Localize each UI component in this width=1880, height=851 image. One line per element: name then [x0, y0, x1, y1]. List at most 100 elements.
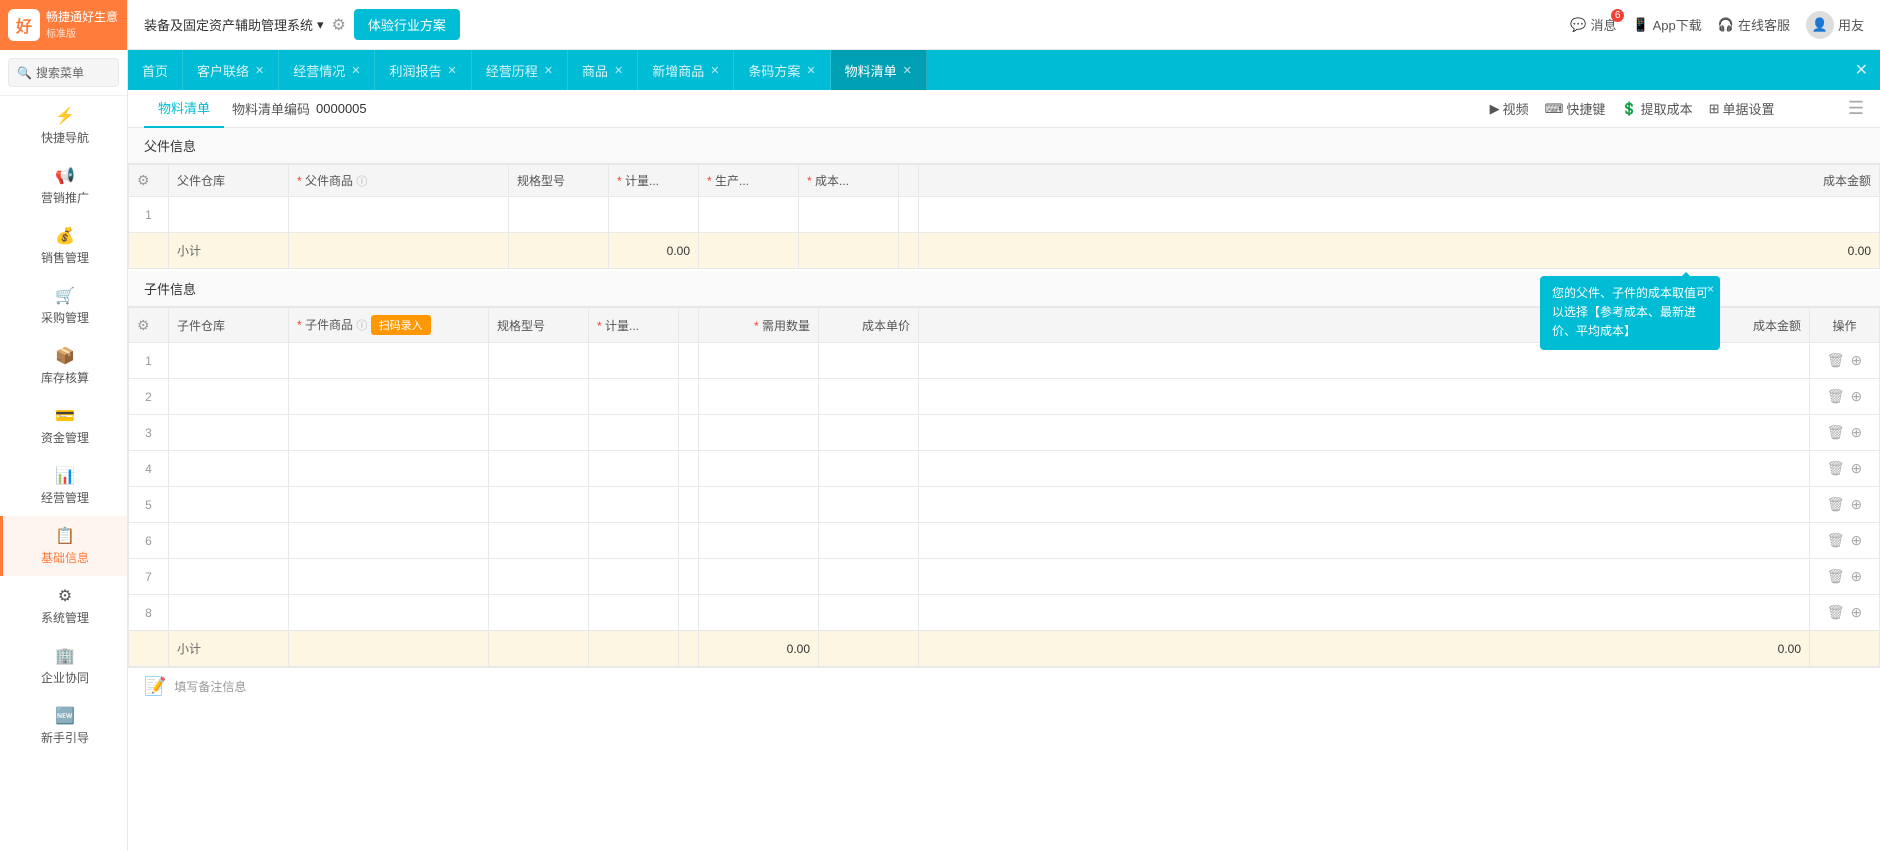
sidebar-item-marketing[interactable]: 📢 营销推广: [0, 156, 127, 216]
system-icon: ⚙: [58, 586, 72, 606]
tab-home[interactable]: 首页: [128, 50, 183, 90]
child-row-2-warehouse[interactable]: [169, 379, 289, 415]
delete-icon[interactable]: 🗑: [1827, 352, 1845, 369]
single-setting-btn[interactable]: ⊞ 单据设置: [1709, 99, 1775, 118]
child-row-3-goods[interactable]: [289, 415, 489, 451]
parent-row-produce[interactable]: [699, 197, 799, 233]
child-row-2-unit[interactable]: [589, 379, 679, 415]
copy-icon[interactable]: ⊕: [1851, 460, 1863, 477]
tab-profit[interactable]: 利润报告 ✕: [375, 50, 471, 90]
expand-icon[interactable]: ☰: [1848, 98, 1864, 119]
tab-history-close[interactable]: ✕: [544, 64, 553, 77]
child-row-2-unit-cost[interactable]: [819, 379, 919, 415]
search-menu-button[interactable]: 🔍 搜索菜单: [8, 58, 119, 87]
parent-row-warehouse[interactable]: [169, 197, 289, 233]
tooltip-close-btn[interactable]: ×: [1707, 280, 1714, 299]
child-row-1-spacer: [679, 343, 699, 379]
close-all-tabs[interactable]: ✕: [1843, 60, 1880, 80]
message-action[interactable]: 💬 消息 6: [1570, 15, 1616, 34]
delete-icon[interactable]: 🗑: [1827, 604, 1845, 621]
copy-icon[interactable]: ⊕: [1851, 496, 1863, 513]
trial-button[interactable]: 体验行业方案: [354, 9, 460, 40]
delete-icon[interactable]: 🗑: [1827, 388, 1845, 405]
tab-operation-status[interactable]: 经营情况 ✕: [279, 50, 375, 90]
parent-row-spec[interactable]: [509, 197, 609, 233]
child-row-2-spacer: [679, 379, 699, 415]
sidebar-item-system[interactable]: ⚙ 系统管理: [0, 576, 127, 636]
sidebar-item-inventory[interactable]: 📦 库存核算: [0, 336, 127, 396]
next-arrow[interactable]: ›: [1819, 101, 1832, 117]
child-row-1-spec[interactable]: [489, 343, 589, 379]
parent-goods-info-icon[interactable]: ⓘ: [356, 176, 367, 188]
shortcut-btn[interactable]: ⌨ 快捷键: [1545, 99, 1606, 118]
tab-customer-close[interactable]: ✕: [255, 64, 264, 77]
basic-info-icon: 📋: [55, 526, 75, 546]
delete-icon[interactable]: 🗑: [1827, 424, 1845, 441]
parent-subtotal-cost: 0.00: [919, 233, 1880, 269]
note-hint[interactable]: 填写备注信息: [174, 678, 246, 695]
copy-icon[interactable]: ⊕: [1851, 604, 1863, 621]
child-row-2-quantity[interactable]: [699, 379, 819, 415]
delete-icon[interactable]: 🗑: [1827, 496, 1845, 513]
gear-settings-icon[interactable]: ⚙: [332, 15, 346, 35]
child-row-2-goods[interactable]: [289, 379, 489, 415]
tab-barcode-close[interactable]: ✕: [806, 64, 815, 77]
copy-icon[interactable]: ⊕: [1851, 352, 1863, 369]
child-row-1-unit-cost[interactable]: [819, 343, 919, 379]
tab-customer[interactable]: 客户联络 ✕: [183, 50, 279, 90]
sidebar-item-operation[interactable]: 📊 经营管理: [0, 456, 127, 516]
tab-goods[interactable]: 商品 ✕: [568, 50, 638, 90]
tab-operation-status-close[interactable]: ✕: [351, 64, 360, 77]
child-row-1-unit[interactable]: [589, 343, 679, 379]
tab-goods-close[interactable]: ✕: [614, 64, 623, 77]
sidebar-item-purchase[interactable]: 🛒 采购管理: [0, 276, 127, 336]
tab-add-goods-close[interactable]: ✕: [710, 64, 719, 77]
prev-arrow[interactable]: ‹: [1791, 101, 1804, 117]
child-row-3-spec[interactable]: [489, 415, 589, 451]
sub-tab-bom-list[interactable]: 物料清单: [144, 90, 224, 128]
child-row-3-quantity[interactable]: [699, 415, 819, 451]
tab-barcode[interactable]: 条码方案 ✕: [734, 50, 830, 90]
child-settings-gear-icon[interactable]: ⚙: [137, 317, 150, 333]
sidebar-item-sales[interactable]: 💰 销售管理: [0, 216, 127, 276]
child-row-2-spec[interactable]: [489, 379, 589, 415]
tab-bom-close[interactable]: ✕: [903, 64, 912, 77]
parent-row-unit[interactable]: [609, 197, 699, 233]
child-row-1-warehouse[interactable]: [169, 343, 289, 379]
view-video-btn[interactable]: ▶ 视频: [1490, 99, 1529, 118]
delete-icon[interactable]: 🗑: [1827, 568, 1845, 585]
copy-icon[interactable]: ⊕: [1851, 424, 1863, 441]
parent-row-goods[interactable]: [289, 197, 509, 233]
parent-settings-gear-icon[interactable]: ⚙: [137, 172, 150, 188]
online-service-action[interactable]: 🎧 在线客服: [1718, 15, 1790, 34]
system-selector[interactable]: 装备及固定资产辅助管理系统 ▾: [144, 15, 324, 34]
child-row-3-warehouse[interactable]: [169, 415, 289, 451]
copy-icon[interactable]: ⊕: [1851, 388, 1863, 405]
tab-history[interactable]: 经营历程 ✕: [472, 50, 568, 90]
delete-icon[interactable]: 🗑: [1827, 460, 1845, 477]
child-row-1-goods[interactable]: [289, 343, 489, 379]
sub-tab-bom-code-label: 物料清单编码: [232, 99, 310, 118]
sidebar-item-basic-info[interactable]: 📋 基础信息: [0, 516, 127, 576]
sidebar-item-finance[interactable]: 💳 资金管理: [0, 396, 127, 456]
child-goods-info-icon[interactable]: ⓘ: [356, 320, 367, 332]
tab-add-goods[interactable]: 新增商品 ✕: [638, 50, 734, 90]
tab-bom[interactable]: 物料清单 ✕: [831, 50, 927, 90]
sidebar-item-quick-nav[interactable]: ⚡ 快捷导航: [0, 96, 127, 156]
app-download-action[interactable]: 📱 App下载: [1632, 15, 1701, 34]
extract-cost-btn[interactable]: 💲 提取成本: [1621, 99, 1692, 118]
delete-icon[interactable]: 🗑: [1827, 532, 1845, 549]
headset-icon: 🎧: [1718, 17, 1734, 33]
user-action[interactable]: 👤 用友: [1806, 11, 1864, 39]
copy-icon[interactable]: ⊕: [1851, 568, 1863, 585]
scan-input-btn[interactable]: 扫码录入: [371, 315, 431, 335]
tab-profit-close[interactable]: ✕: [448, 64, 457, 77]
sidebar-item-guide[interactable]: 🆕 新手引导: [0, 696, 127, 756]
parent-row-cost[interactable]: [799, 197, 899, 233]
child-row-1-quantity[interactable]: [699, 343, 819, 379]
child-row-3-unit[interactable]: [589, 415, 679, 451]
copy-icon[interactable]: ⊕: [1851, 532, 1863, 549]
child-col-unit: * 计量...: [589, 308, 679, 343]
child-row-3-unit-cost[interactable]: [819, 415, 919, 451]
sidebar-item-enterprise[interactable]: 🏢 企业协同: [0, 636, 127, 696]
